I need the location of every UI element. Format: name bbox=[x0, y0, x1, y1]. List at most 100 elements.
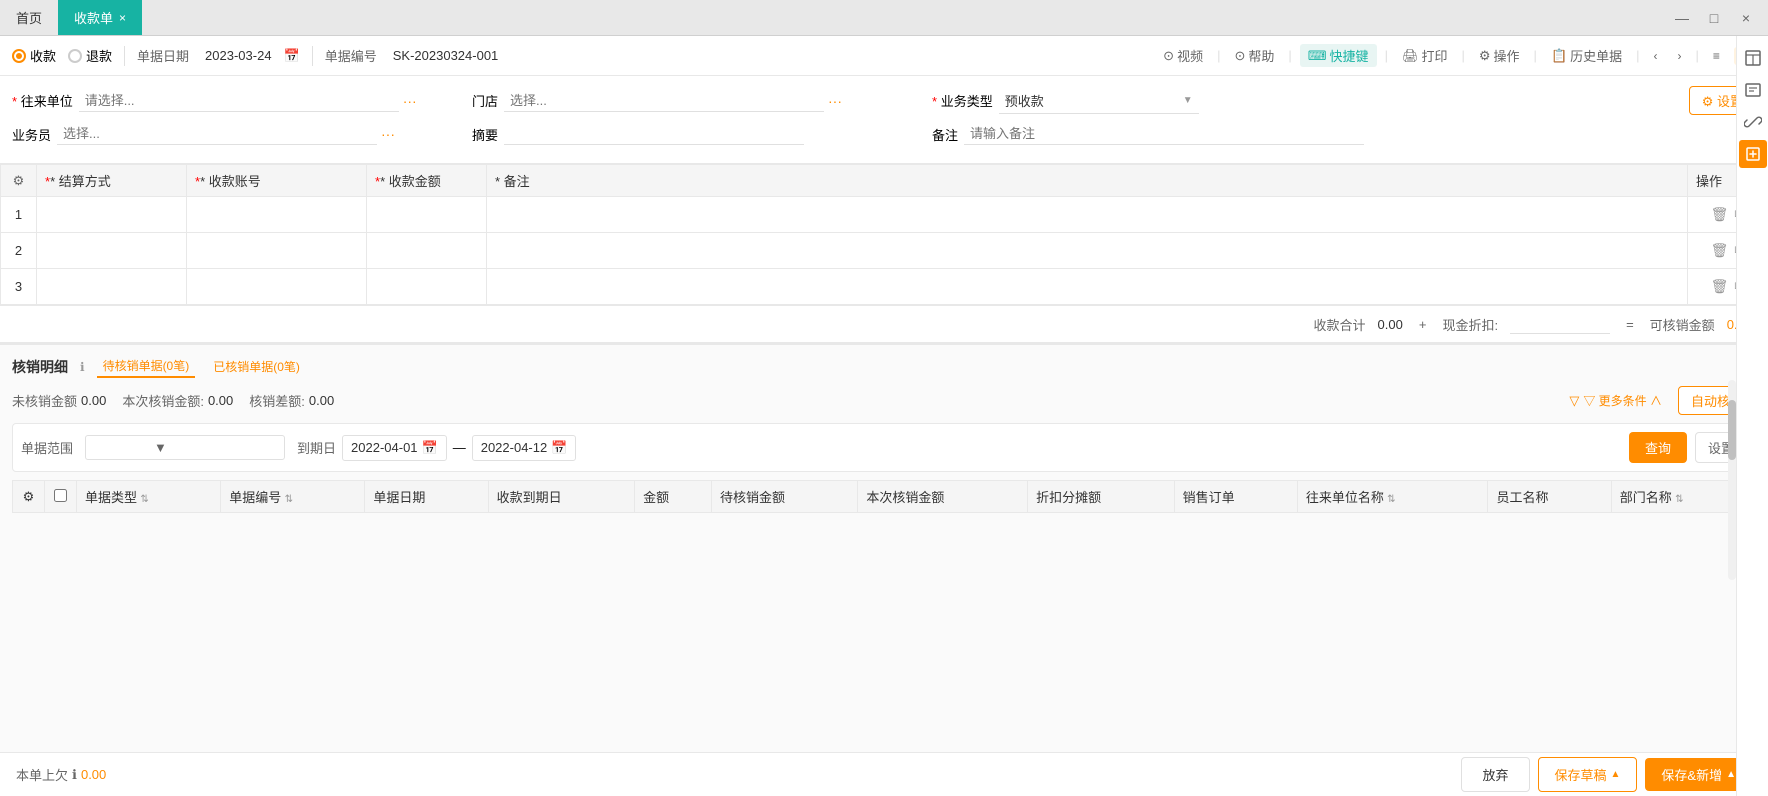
biz-type-select[interactable]: 预收款 ▼ bbox=[999, 88, 1199, 114]
row-account-2[interactable] bbox=[187, 233, 367, 269]
unchecked-value: 0.00 bbox=[81, 393, 106, 408]
shortcut-btn[interactable]: ⌨ 快捷键 bbox=[1300, 44, 1377, 67]
help-btn[interactable]: ⊙ 帮助 bbox=[1228, 44, 1280, 67]
sidebar-icon-3[interactable] bbox=[1739, 108, 1767, 136]
diff-value: 0.00 bbox=[309, 393, 334, 408]
close-button[interactable]: × bbox=[1732, 4, 1760, 32]
sort-billno-icon[interactable]: ⇅ bbox=[285, 494, 293, 505]
counterpart-input[interactable] bbox=[79, 90, 399, 112]
range-label: 单据范围 bbox=[21, 438, 73, 457]
bill-no-field: 单据编号 SK-20230324-001 bbox=[325, 46, 499, 65]
help-icon: ⊙ bbox=[1234, 48, 1245, 64]
row-account-3[interactable] bbox=[187, 269, 367, 305]
tab-pending[interactable]: 待核销单据(0笔) bbox=[97, 355, 196, 378]
salesperson-label: 业务员 bbox=[12, 125, 51, 144]
maximize-button[interactable]: □ bbox=[1700, 4, 1728, 32]
video-btn[interactable]: ⊙ 视频 bbox=[1157, 44, 1209, 67]
scrollbar-thumb[interactable] bbox=[1728, 400, 1736, 460]
row-num-1: 1 bbox=[1, 197, 37, 233]
salesperson-input[interactable] bbox=[57, 123, 377, 145]
row-account-1[interactable] bbox=[187, 197, 367, 233]
tab-current[interactable]: 收款单 × bbox=[58, 0, 142, 35]
col-staff-header: 员工名称 bbox=[1488, 481, 1611, 513]
summary-input[interactable] bbox=[504, 123, 804, 145]
row-settle-1[interactable] bbox=[37, 197, 187, 233]
row-amount-3[interactable] bbox=[367, 269, 487, 305]
delete-icon-2[interactable]: 🗑 bbox=[1711, 242, 1729, 259]
row-amount-2[interactable] bbox=[367, 233, 487, 269]
sidebar-icon-4[interactable] bbox=[1739, 140, 1767, 168]
more-conditions-btn[interactable]: ▽ ▽ 更多条件 ∧ bbox=[1569, 392, 1662, 409]
date-value[interactable]: 2023-03-24 bbox=[205, 48, 272, 63]
sort-counterpart-icon[interactable]: ⇅ bbox=[1387, 494, 1395, 505]
store-more-btn[interactable]: ··· bbox=[824, 93, 846, 109]
date-start-value: 2022-04-01 bbox=[351, 440, 418, 455]
store-input[interactable] bbox=[504, 90, 824, 112]
discount-input[interactable] bbox=[1510, 314, 1610, 334]
row-amount-1[interactable] bbox=[367, 197, 487, 233]
table-gear-icon[interactable]: ⚙ bbox=[13, 173, 25, 188]
row-settle-2[interactable] bbox=[37, 233, 187, 269]
note-input[interactable] bbox=[964, 123, 1364, 145]
discount-label: 现金折扣: bbox=[1442, 315, 1498, 334]
info-icon: ℹ bbox=[72, 767, 77, 783]
prev-btn[interactable]: ‹ bbox=[1648, 47, 1664, 65]
date-start-input[interactable]: 2022-04-01 📅 bbox=[342, 435, 447, 461]
table-row: 2 🗑 ⧉ bbox=[1, 233, 1768, 269]
diff-stat: 核销差额: 0.00 bbox=[249, 391, 334, 410]
form-row-2: 业务员 ··· 摘要 备注 bbox=[12, 123, 1756, 145]
radio-refund[interactable]: 退款 bbox=[68, 46, 112, 65]
range-select[interactable]: ▼ bbox=[85, 435, 285, 460]
print-icon: 🖨 bbox=[1402, 48, 1419, 64]
right-sidebar bbox=[1736, 36, 1768, 796]
query-button[interactable]: 查询 bbox=[1629, 432, 1687, 463]
sidebar-icon-1[interactable] bbox=[1739, 44, 1767, 72]
row-note-3[interactable] bbox=[487, 269, 1688, 305]
bottom-gear-icon[interactable]: ⚙ bbox=[23, 489, 35, 504]
store-label: 门店 bbox=[472, 91, 498, 110]
delete-icon-3[interactable]: 🗑 bbox=[1711, 278, 1729, 295]
print-label: 打印 bbox=[1421, 46, 1447, 65]
video-icon: ⊙ bbox=[1163, 48, 1174, 64]
minimize-button[interactable]: — bbox=[1668, 4, 1696, 32]
row-note-2[interactable] bbox=[487, 233, 1688, 269]
select-all-checkbox[interactable] bbox=[54, 489, 67, 502]
sidebar-icon-2[interactable] bbox=[1739, 76, 1767, 104]
salesperson-more-btn[interactable]: ··· bbox=[377, 126, 399, 142]
delete-icon-1[interactable]: 🗑 bbox=[1711, 206, 1729, 223]
abandon-button[interactable]: 放弃 bbox=[1461, 757, 1529, 792]
col-amount-header: 金额 bbox=[635, 481, 712, 513]
operate-label: 操作 bbox=[1494, 46, 1520, 65]
scrollbar-track bbox=[1728, 380, 1736, 580]
calendar-icon[interactable]: 📅 bbox=[284, 48, 300, 64]
verify-info-icon[interactable]: ℹ bbox=[80, 360, 85, 374]
list-view-btn[interactable]: ≡ bbox=[1707, 47, 1726, 65]
save-draft-button[interactable]: 保存草稿 ▲ bbox=[1538, 757, 1638, 792]
tab-home[interactable]: 首页 bbox=[0, 0, 58, 35]
current-stat: 本次核销金额: 0.00 bbox=[122, 391, 233, 410]
counterpart-more-btn[interactable]: ··· bbox=[399, 93, 421, 109]
tab-done[interactable]: 已核销单据(0笔) bbox=[207, 356, 306, 378]
toolbar-right: ⊙ 视频 | ⊙ 帮助 | ⌨ 快捷键 | 🖨 打印 | ⚙ 操作 bbox=[1157, 44, 1756, 67]
radio-receive[interactable]: 收款 bbox=[12, 46, 56, 65]
col-note-header: * 备注 bbox=[487, 165, 1688, 197]
sort-dept-icon[interactable]: ⇅ bbox=[1675, 494, 1683, 505]
unchecked-stat: 未核销金额 0.00 bbox=[12, 391, 106, 410]
equal-sign: = bbox=[1622, 317, 1638, 332]
tab-current-label: 收款单 bbox=[74, 8, 113, 27]
operate-btn[interactable]: ⚙ 操作 bbox=[1473, 44, 1526, 67]
main-table: ⚙ ** 结算方式 ** 收款账号 ** 收款金额 * 备注 操作 bbox=[0, 164, 1768, 305]
tab-close-icon[interactable]: × bbox=[119, 11, 126, 25]
date-end-input[interactable]: 2022-04-12 📅 bbox=[472, 435, 577, 461]
sort-type-icon[interactable]: ⇅ bbox=[140, 494, 148, 505]
table-row: 1 🗑 ⧉ bbox=[1, 197, 1768, 233]
next-btn[interactable]: › bbox=[1672, 47, 1688, 65]
col-pending-header: 待核销金额 bbox=[711, 481, 857, 513]
row-note-1[interactable] bbox=[487, 197, 1688, 233]
row-settle-3[interactable] bbox=[37, 269, 187, 305]
filter-icon: ▽ bbox=[1569, 393, 1579, 409]
bill-no-value: SK-20230324-001 bbox=[393, 48, 499, 63]
print-btn[interactable]: 🖨 打印 bbox=[1396, 44, 1454, 67]
radio-receive-dot bbox=[12, 49, 26, 63]
history-btn[interactable]: 📋 历史单据 bbox=[1545, 44, 1628, 67]
